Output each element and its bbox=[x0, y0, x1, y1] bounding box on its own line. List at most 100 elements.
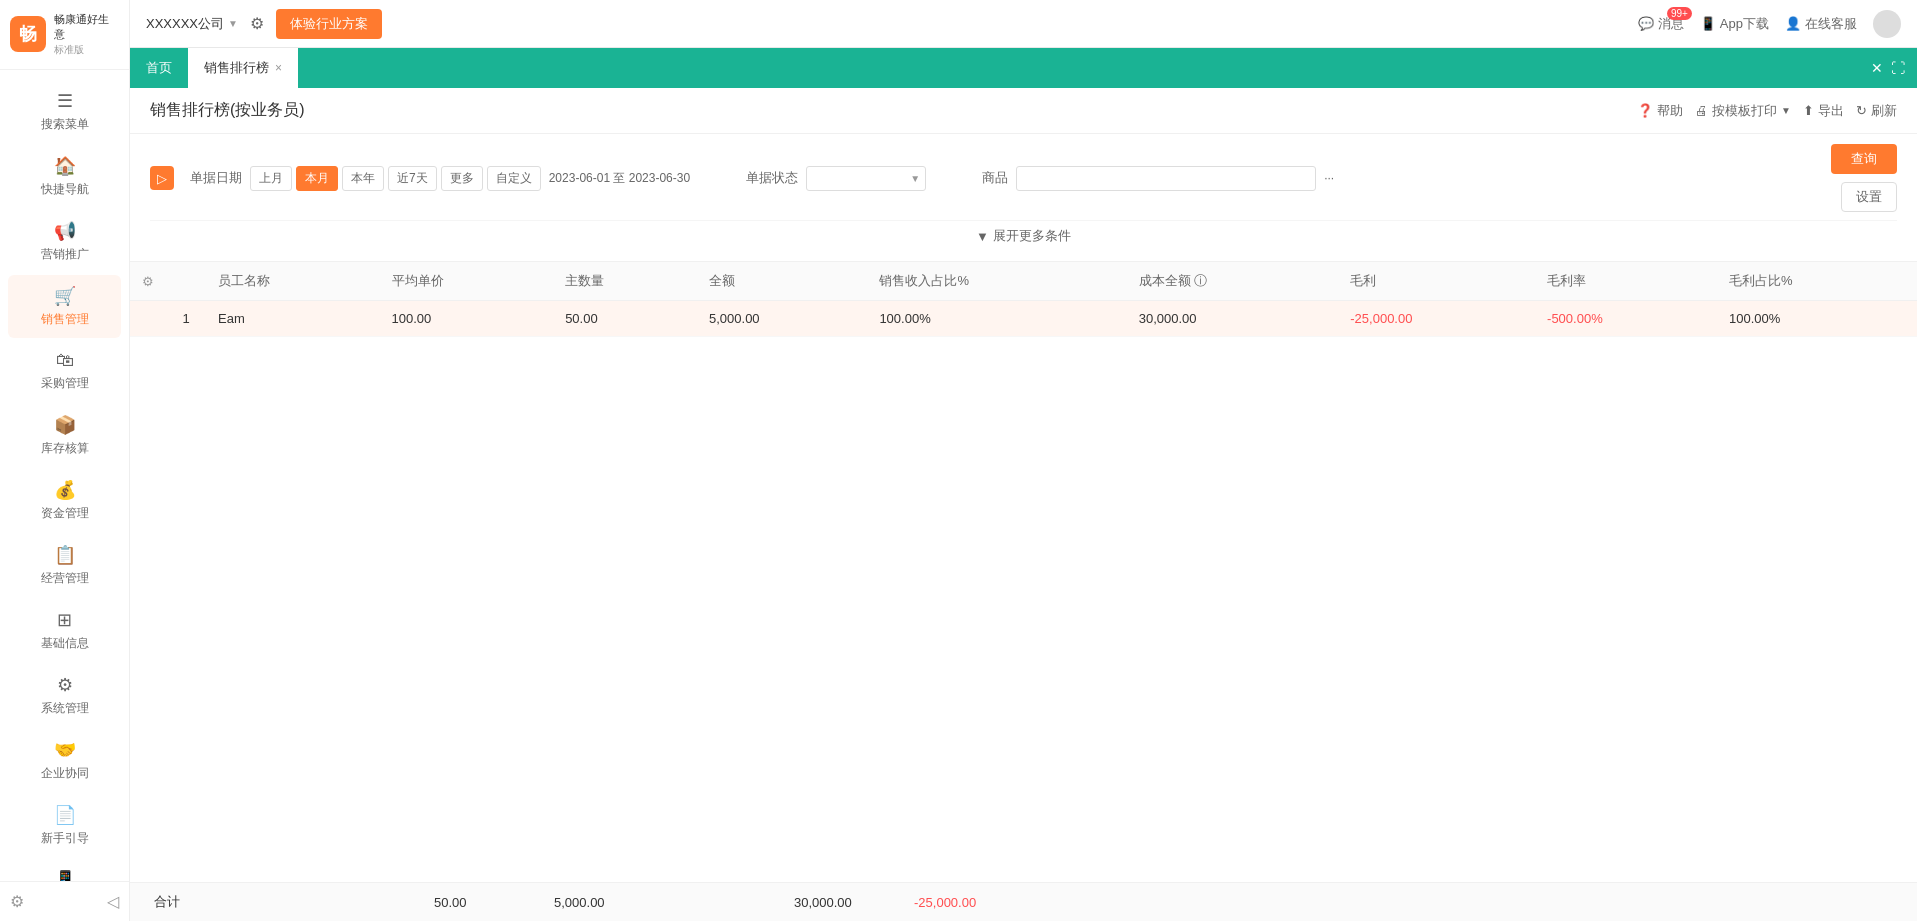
sidebar-item-label: 基础信息 bbox=[41, 635, 89, 652]
sidebar-item-basic[interactable]: ⊞ 基础信息 bbox=[8, 599, 121, 662]
query-button[interactable]: 查询 bbox=[1831, 144, 1897, 174]
marketing-icon: 📢 bbox=[54, 220, 76, 242]
row-name-cell: Eam bbox=[206, 301, 380, 337]
sidebar-item-guide[interactable]: 📄 新手引导 bbox=[8, 794, 121, 857]
sidebar-item-inventory[interactable]: 📦 库存核算 bbox=[8, 404, 121, 467]
col-profit-pct: 毛利占比% bbox=[1717, 262, 1917, 301]
filter-toggle-icon[interactable]: ▷ bbox=[150, 166, 174, 190]
apps-icon: 📱 bbox=[54, 869, 76, 881]
service-label: 在线客服 bbox=[1805, 15, 1857, 33]
company-selector[interactable]: XXXXXX公司 ▼ bbox=[146, 15, 238, 33]
row-sales-pct-cell: 100.00% bbox=[867, 301, 1126, 337]
logo-sub: 标准版 bbox=[54, 43, 119, 57]
sidebar-item-label: 营销推广 bbox=[41, 246, 89, 263]
home-icon: 🏠 bbox=[54, 155, 76, 177]
status-select-wrap: ▼ bbox=[806, 166, 926, 191]
sidebar-item-quick[interactable]: 🏠 快捷导航 bbox=[8, 145, 121, 208]
sidebar-item-apps[interactable]: 📱 应用中心 bbox=[8, 859, 121, 881]
sidebar-item-finance[interactable]: 💰 资金管理 bbox=[8, 469, 121, 532]
sidebar-logo: 畅 畅康通好生意 标准版 bbox=[0, 0, 129, 70]
app-icon: 📱 bbox=[1700, 16, 1716, 31]
date-filter-buttons: 上月 本月 本年 近7天 更多 自定义 bbox=[250, 166, 541, 191]
topbar: XXXXXX公司 ▼ ⚙ 体验行业方案 💬 消息 99+ 📱 App下载 👤 在… bbox=[130, 0, 1917, 48]
sidebar-item-label: 企业协同 bbox=[41, 765, 89, 782]
tab-close-icon[interactable]: × bbox=[275, 61, 282, 75]
tab-sales-ranking[interactable]: 销售排行榜 × bbox=[188, 48, 298, 88]
footer-spacer bbox=[662, 895, 782, 910]
help-button[interactable]: ❓ 帮助 bbox=[1637, 102, 1683, 120]
table-footer: 合计 50.00 5,000.00 30,000.00 -25,000.00 bbox=[130, 882, 1917, 921]
company-name: XXXXXX公司 bbox=[146, 15, 224, 33]
sidebar-item-purchase[interactable]: 🛍 采购管理 bbox=[8, 340, 121, 402]
col-cost: 成本全额 ⓘ bbox=[1127, 262, 1339, 301]
footer-cells: 50.00 5,000.00 30,000.00 -25,000.00 bbox=[422, 895, 1905, 910]
sidebar-item-label: 新手引导 bbox=[41, 830, 89, 847]
date-btn-year[interactable]: 本年 bbox=[342, 166, 384, 191]
goods-more-icon[interactable]: ··· bbox=[1324, 171, 1334, 185]
row-settings-cell bbox=[130, 301, 166, 337]
sidebar-item-collab[interactable]: 🤝 企业协同 bbox=[8, 729, 121, 792]
refresh-button[interactable]: ↻ 刷新 bbox=[1856, 102, 1897, 120]
help-label: 帮助 bbox=[1657, 102, 1683, 120]
tab-home[interactable]: 首页 bbox=[130, 48, 188, 88]
footer-quantity-value: 50.00 bbox=[434, 895, 467, 910]
main-area: XXXXXX公司 ▼ ⚙ 体验行业方案 💬 消息 99+ 📱 App下载 👤 在… bbox=[130, 0, 1917, 921]
sidebar-item-operation[interactable]: 📋 经营管理 bbox=[8, 534, 121, 597]
sidebar-item-label: 库存核算 bbox=[41, 440, 89, 457]
print-label: 按模板打印 bbox=[1712, 102, 1777, 120]
row-amount-cell: 5,000.00 bbox=[697, 301, 867, 337]
date-btn-prev[interactable]: 上月 bbox=[250, 166, 292, 191]
tab-expand-icon[interactable]: ⛶ bbox=[1891, 60, 1905, 76]
system-icon: ⚙ bbox=[57, 674, 73, 696]
status-select[interactable] bbox=[806, 166, 926, 191]
refresh-label: 刷新 bbox=[1871, 102, 1897, 120]
tabbar: 首页 销售排行榜 × ✕ ⛶ bbox=[130, 48, 1917, 88]
sidebar-settings-icon[interactable]: ⚙ bbox=[10, 892, 24, 911]
goods-search-input[interactable] bbox=[1016, 166, 1316, 191]
footer-cost: 30,000.00 bbox=[782, 895, 902, 910]
online-service-button[interactable]: 👤 在线客服 bbox=[1785, 15, 1857, 33]
table-row: 1 Eam 100.00 50.00 5,000.00 100.00% 30,0… bbox=[130, 301, 1917, 337]
export-icon: ⬆ bbox=[1803, 103, 1814, 118]
page-actions: ❓ 帮助 🖨 按模板打印 ▼ ⬆ 导出 ↻ 刷新 bbox=[1637, 102, 1897, 120]
tab-label: 销售排行榜 bbox=[204, 59, 269, 77]
filter-bar: ▷ 单据日期 上月 本月 本年 近7天 更多 自定义 2023-06-01 至 … bbox=[130, 134, 1917, 262]
sidebar-item-search[interactable]: ☰ 搜索菜单 bbox=[8, 80, 121, 143]
sidebar-item-system[interactable]: ⚙ 系统管理 bbox=[8, 664, 121, 727]
expand-label: 展开更多条件 bbox=[993, 227, 1071, 245]
footer-cost-value: 30,000.00 bbox=[794, 895, 852, 910]
page-header: 销售排行榜(按业务员) ❓ 帮助 🖨 按模板打印 ▼ ⬆ 导出 ↻ 刷新 bbox=[130, 88, 1917, 134]
trial-button[interactable]: 体验行业方案 bbox=[276, 9, 382, 39]
print-button[interactable]: 🖨 按模板打印 ▼ bbox=[1695, 102, 1791, 120]
date-btn-current[interactable]: 本月 bbox=[296, 166, 338, 191]
date-btn-custom[interactable]: 自定义 bbox=[487, 166, 541, 191]
tab-close-all-icon[interactable]: ✕ bbox=[1871, 60, 1883, 76]
service-icon: 👤 bbox=[1785, 16, 1801, 31]
filter-goods-item: 商品 ··· bbox=[982, 166, 1334, 191]
date-filter-label: 单据日期 bbox=[190, 169, 242, 187]
sidebar-item-label: 资金管理 bbox=[41, 505, 89, 522]
message-button[interactable]: 💬 消息 99+ bbox=[1638, 15, 1684, 33]
expand-more-conditions[interactable]: ▼ 展开更多条件 bbox=[150, 220, 1897, 251]
page-content: 销售排行榜(按业务员) ❓ 帮助 🖨 按模板打印 ▼ ⬆ 导出 ↻ 刷新 bbox=[130, 88, 1917, 921]
col-settings[interactable]: ⚙ bbox=[130, 262, 166, 301]
inventory-icon: 📦 bbox=[54, 414, 76, 436]
footer-label-text: 合计 bbox=[154, 894, 180, 909]
sidebar-item-label: 经营管理 bbox=[41, 570, 89, 587]
sidebar-collapse-icon[interactable]: ◁ bbox=[107, 892, 119, 911]
footer-profit: -25,000.00 bbox=[902, 895, 1022, 910]
sidebar-item-sales[interactable]: 🛒 销售管理 bbox=[8, 275, 121, 338]
topbar-settings-icon[interactable]: ⚙ bbox=[250, 14, 264, 33]
settings-button[interactable]: 设置 bbox=[1841, 182, 1897, 212]
sidebar-item-marketing[interactable]: 📢 营销推广 bbox=[8, 210, 121, 273]
operation-icon: 📋 bbox=[54, 544, 76, 566]
row-quantity-cell: 50.00 bbox=[553, 301, 697, 337]
date-btn-more[interactable]: 更多 bbox=[441, 166, 483, 191]
col-rank bbox=[166, 262, 206, 301]
avatar[interactable] bbox=[1873, 10, 1901, 38]
date-btn-7days[interactable]: 近7天 bbox=[388, 166, 437, 191]
export-button[interactable]: ⬆ 导出 bbox=[1803, 102, 1844, 120]
footer-quantity: 50.00 bbox=[422, 895, 542, 910]
sidebar: 畅 畅康通好生意 标准版 ☰ 搜索菜单 🏠 快捷导航 📢 营销推广 🛒 销售管理… bbox=[0, 0, 130, 921]
app-download-button[interactable]: 📱 App下载 bbox=[1700, 15, 1769, 33]
